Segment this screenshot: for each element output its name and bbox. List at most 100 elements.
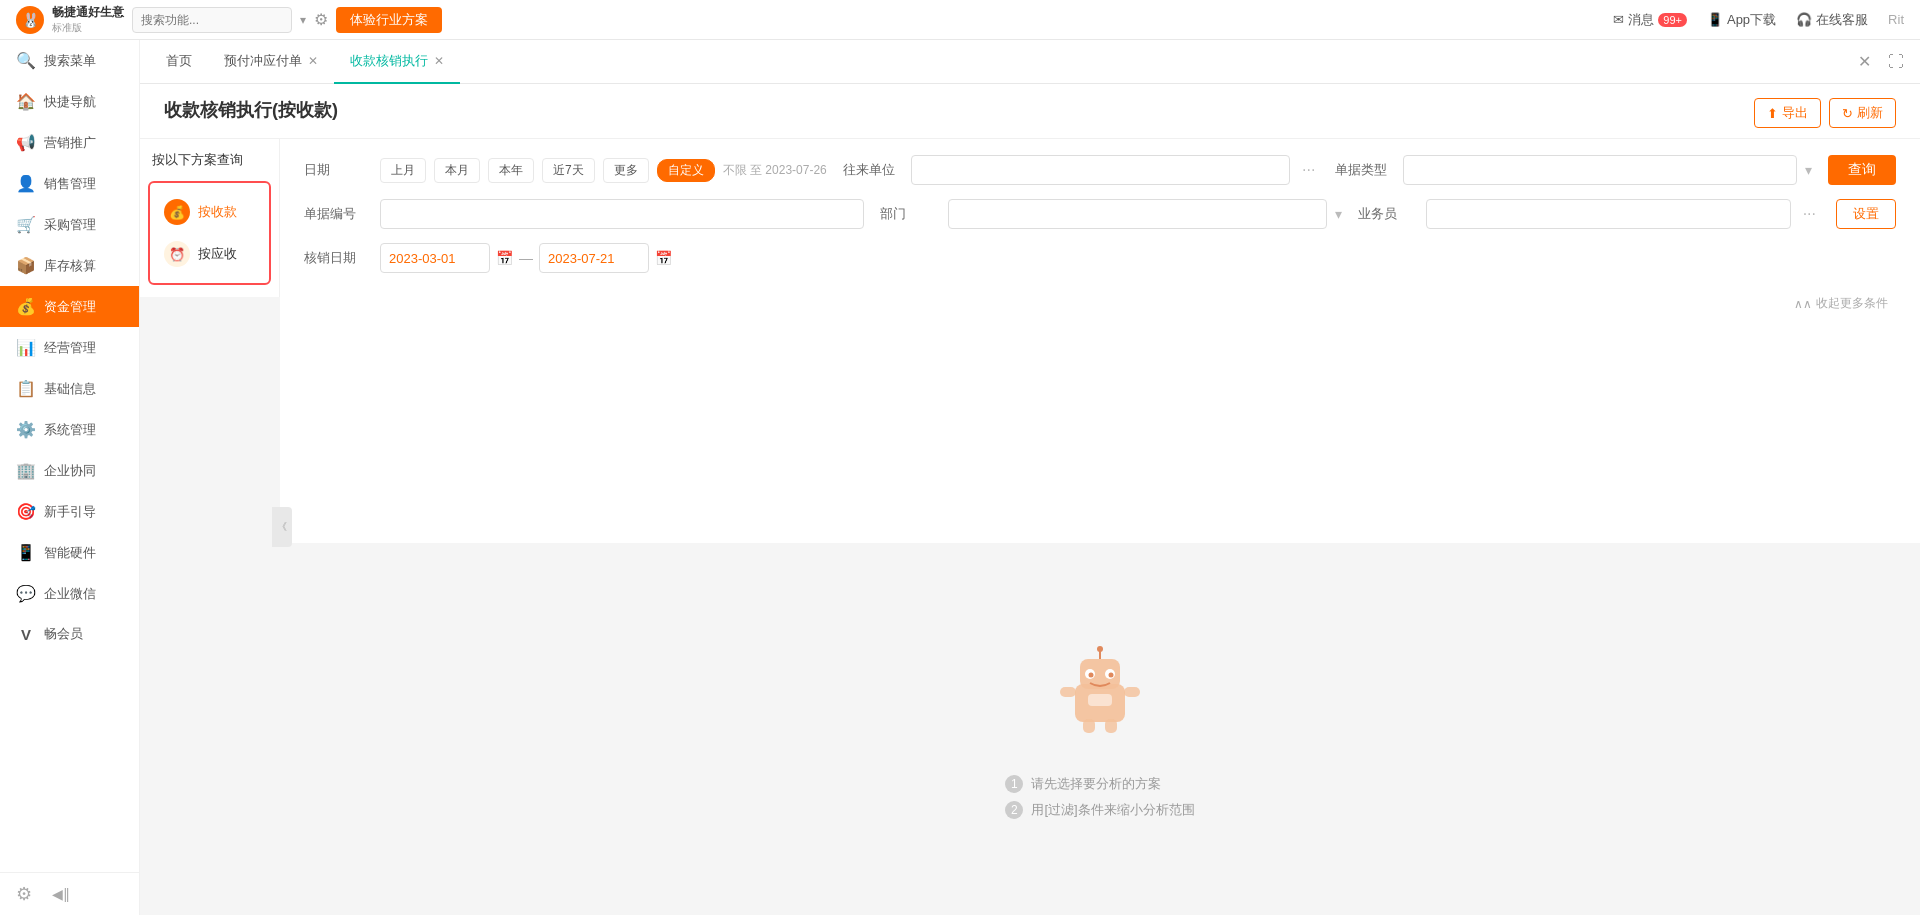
close-tab-btn[interactable]: ✕ bbox=[1850, 48, 1878, 76]
sidebar-label-smart-hw: 智能硬件 bbox=[44, 544, 96, 562]
date-range-separator: — bbox=[519, 250, 533, 266]
sidebar-item-operation[interactable]: 📊 经营管理 bbox=[0, 327, 139, 368]
filter-panel-wrapper: 按以下方案查询 💰 按收款 ⏰ 按应收 《 bbox=[140, 139, 280, 915]
query-button[interactable]: 查询 bbox=[1828, 155, 1896, 185]
settings-bottom-icon[interactable]: ⚙ bbox=[16, 883, 32, 905]
date-btn-this-month[interactable]: 本月 bbox=[434, 158, 480, 183]
top-bar: 🐰 畅捷通好生意 标准版 ▾ ⚙ 体验行业方案 ✉ 消息 99+ 📱 App下载… bbox=[0, 0, 1920, 40]
export-button[interactable]: ⬆ 导出 bbox=[1754, 98, 1821, 128]
doc-no-input[interactable] bbox=[380, 199, 864, 229]
tab-prepay-close-icon[interactable]: ✕ bbox=[308, 54, 318, 68]
sidebar-item-enterprise[interactable]: 🏢 企业协同 bbox=[0, 450, 139, 491]
staff-label: 业务员 bbox=[1358, 205, 1418, 223]
page-title: 收款核销执行(按收款) bbox=[164, 98, 338, 122]
tab-receivable-close-icon[interactable]: ✕ bbox=[434, 54, 444, 68]
query-row-2: 单据编号 部门 ▾ 业务员 ··· 设置 bbox=[304, 199, 1896, 229]
sidebar-item-finance[interactable]: 💰 资金管理 bbox=[0, 286, 139, 327]
sidebar-item-member[interactable]: V 畅会员 bbox=[0, 614, 139, 654]
sidebar-item-inventory[interactable]: 📦 库存核算 bbox=[0, 245, 139, 286]
message-icon: ✉ bbox=[1613, 12, 1624, 27]
dept-input[interactable] bbox=[948, 199, 1327, 229]
settings-icon[interactable]: ⚙ bbox=[314, 10, 328, 29]
filter-option-by-receivable[interactable]: ⏰ 按应收 bbox=[158, 233, 261, 275]
collapse-sidebar-icon[interactable]: ◀‖ bbox=[52, 886, 70, 902]
sidebar-label-finance: 资金管理 bbox=[44, 298, 96, 316]
date-btn-last-7-days[interactable]: 近7天 bbox=[542, 158, 595, 183]
dept-chevron-icon[interactable]: ▾ bbox=[1335, 206, 1342, 222]
top-bar-right: ✉ 消息 99+ 📱 App下载 🎧 在线客服 Rit bbox=[1613, 11, 1904, 29]
refresh-icon: ↻ bbox=[1842, 106, 1853, 121]
hint-text-2: 用[过滤]条件来缩小分析范围 bbox=[1031, 801, 1194, 819]
sidebar-item-smart-hw[interactable]: 📱 智能硬件 bbox=[0, 532, 139, 573]
verify-date-start[interactable] bbox=[380, 243, 490, 273]
sidebar-item-quick-nav[interactable]: 🏠 快捷导航 bbox=[0, 81, 139, 122]
hint-num-1: 1 bbox=[1005, 775, 1023, 793]
counterpart-field: 往来单位 ··· bbox=[843, 155, 1320, 185]
sales-icon: 👤 bbox=[16, 174, 36, 193]
top-search-input[interactable] bbox=[132, 7, 292, 33]
sidebar-label-enterprise: 企业协同 bbox=[44, 462, 96, 480]
doc-type-chevron-icon[interactable]: ▾ bbox=[1805, 162, 1812, 178]
sidebar: 🔍 搜索菜单 🏠 快捷导航 📢 营销推广 👤 销售管理 🛒 采购管理 📦 库存核… bbox=[0, 40, 140, 915]
enterprise-wx-icon: 💬 bbox=[16, 584, 36, 603]
query-row-3: 核销日期 📅 — 📅 bbox=[304, 243, 1896, 273]
settings-button[interactable]: 设置 bbox=[1836, 199, 1896, 229]
marketing-icon: 📢 bbox=[16, 133, 36, 152]
filter-option-by-receipt[interactable]: 💰 按收款 bbox=[158, 191, 261, 233]
sidebar-item-search-menu[interactable]: 🔍 搜索菜单 bbox=[0, 40, 139, 81]
date-btn-custom[interactable]: 自定义 bbox=[657, 159, 715, 182]
staff-dots-icon[interactable]: ··· bbox=[1799, 205, 1820, 223]
app-download-action[interactable]: 📱 App下载 bbox=[1707, 11, 1776, 29]
industry-btn[interactable]: 体验行业方案 bbox=[336, 7, 442, 33]
dept-field: 部门 ▾ bbox=[880, 199, 1342, 229]
counterpart-dots-icon[interactable]: ··· bbox=[1298, 161, 1319, 179]
svg-rect-11 bbox=[1105, 719, 1117, 733]
filter-option-by-receipt-label: 按收款 bbox=[198, 203, 237, 221]
sidebar-item-system[interactable]: ⚙️ 系统管理 bbox=[0, 409, 139, 450]
sidebar-label-basic-info: 基础信息 bbox=[44, 380, 96, 398]
sidebar-item-beginner[interactable]: 🎯 新手引导 bbox=[0, 491, 139, 532]
inventory-icon: 📦 bbox=[16, 256, 36, 275]
main-content: 首页 预付冲应付单 ✕ 收款核销执行 ✕ ✕ ⛶ 收款核销执行(按收款) ⬆ 导… bbox=[140, 40, 1920, 915]
sidebar-item-marketing[interactable]: 📢 营销推广 bbox=[0, 122, 139, 163]
search-chevron-icon[interactable]: ▾ bbox=[300, 13, 306, 27]
tab-prepay-offset[interactable]: 预付冲应付单 ✕ bbox=[208, 40, 334, 84]
empty-hint-2: 2 用[过滤]条件来缩小分析范围 bbox=[1005, 801, 1194, 819]
user-info[interactable]: Rit bbox=[1888, 12, 1904, 27]
tab-bar: 首页 预付冲应付单 ✕ 收款核销执行 ✕ ✕ ⛶ bbox=[140, 40, 1920, 84]
sidebar-item-sales[interactable]: 👤 销售管理 bbox=[0, 163, 139, 204]
counterpart-input[interactable] bbox=[911, 155, 1290, 185]
sidebar-item-purchase[interactable]: 🛒 采购管理 bbox=[0, 204, 139, 245]
brand-name: 畅捷通好生意 bbox=[52, 4, 124, 21]
date-btn-more[interactable]: 更多 bbox=[603, 158, 649, 183]
tab-home[interactable]: 首页 bbox=[150, 40, 208, 84]
calendar-start-icon[interactable]: 📅 bbox=[496, 250, 513, 266]
sidebar-item-basic-info[interactable]: 📋 基础信息 bbox=[0, 368, 139, 409]
sidebar-label-beginner: 新手引导 bbox=[44, 503, 96, 521]
staff-input[interactable] bbox=[1426, 199, 1791, 229]
doc-type-input[interactable] bbox=[1403, 155, 1797, 185]
tab-receivable-offset[interactable]: 收款核销执行 ✕ bbox=[334, 40, 460, 84]
empty-illustration bbox=[1050, 639, 1150, 739]
empty-hints: 1 请先选择要分析的方案 2 用[过滤]条件来缩小分析范围 bbox=[1005, 775, 1194, 819]
basic-info-icon: 📋 bbox=[16, 379, 36, 398]
enterprise-icon: 🏢 bbox=[16, 461, 36, 480]
collapse-filter-btn[interactable]: 《 bbox=[272, 507, 292, 547]
date-btn-last-month[interactable]: 上月 bbox=[380, 158, 426, 183]
svg-point-4 bbox=[1089, 673, 1094, 678]
search-icon: 🔍 bbox=[16, 51, 36, 70]
maximize-btn[interactable]: ⛶ bbox=[1882, 48, 1910, 76]
tab-prepay-offset-label: 预付冲应付单 bbox=[224, 52, 302, 70]
empty-state: 1 请先选择要分析的方案 2 用[过滤]条件来缩小分析范围 bbox=[280, 543, 1920, 915]
message-action[interactable]: ✉ 消息 99+ bbox=[1613, 11, 1687, 29]
verify-date-end[interactable] bbox=[539, 243, 649, 273]
collapse-conditions-btn[interactable]: ∧∧ 收起更多条件 bbox=[1786, 291, 1896, 316]
refresh-button[interactable]: ↻ 刷新 bbox=[1829, 98, 1896, 128]
date-btn-this-year[interactable]: 本年 bbox=[488, 158, 534, 183]
dept-label: 部门 bbox=[880, 205, 940, 223]
online-service-action[interactable]: 🎧 在线客服 bbox=[1796, 11, 1868, 29]
headset-icon: 🎧 bbox=[1796, 12, 1812, 27]
calendar-end-icon[interactable]: 📅 bbox=[655, 250, 672, 266]
svg-point-7 bbox=[1097, 646, 1103, 652]
sidebar-item-enterprise-wx[interactable]: 💬 企业微信 bbox=[0, 573, 139, 614]
